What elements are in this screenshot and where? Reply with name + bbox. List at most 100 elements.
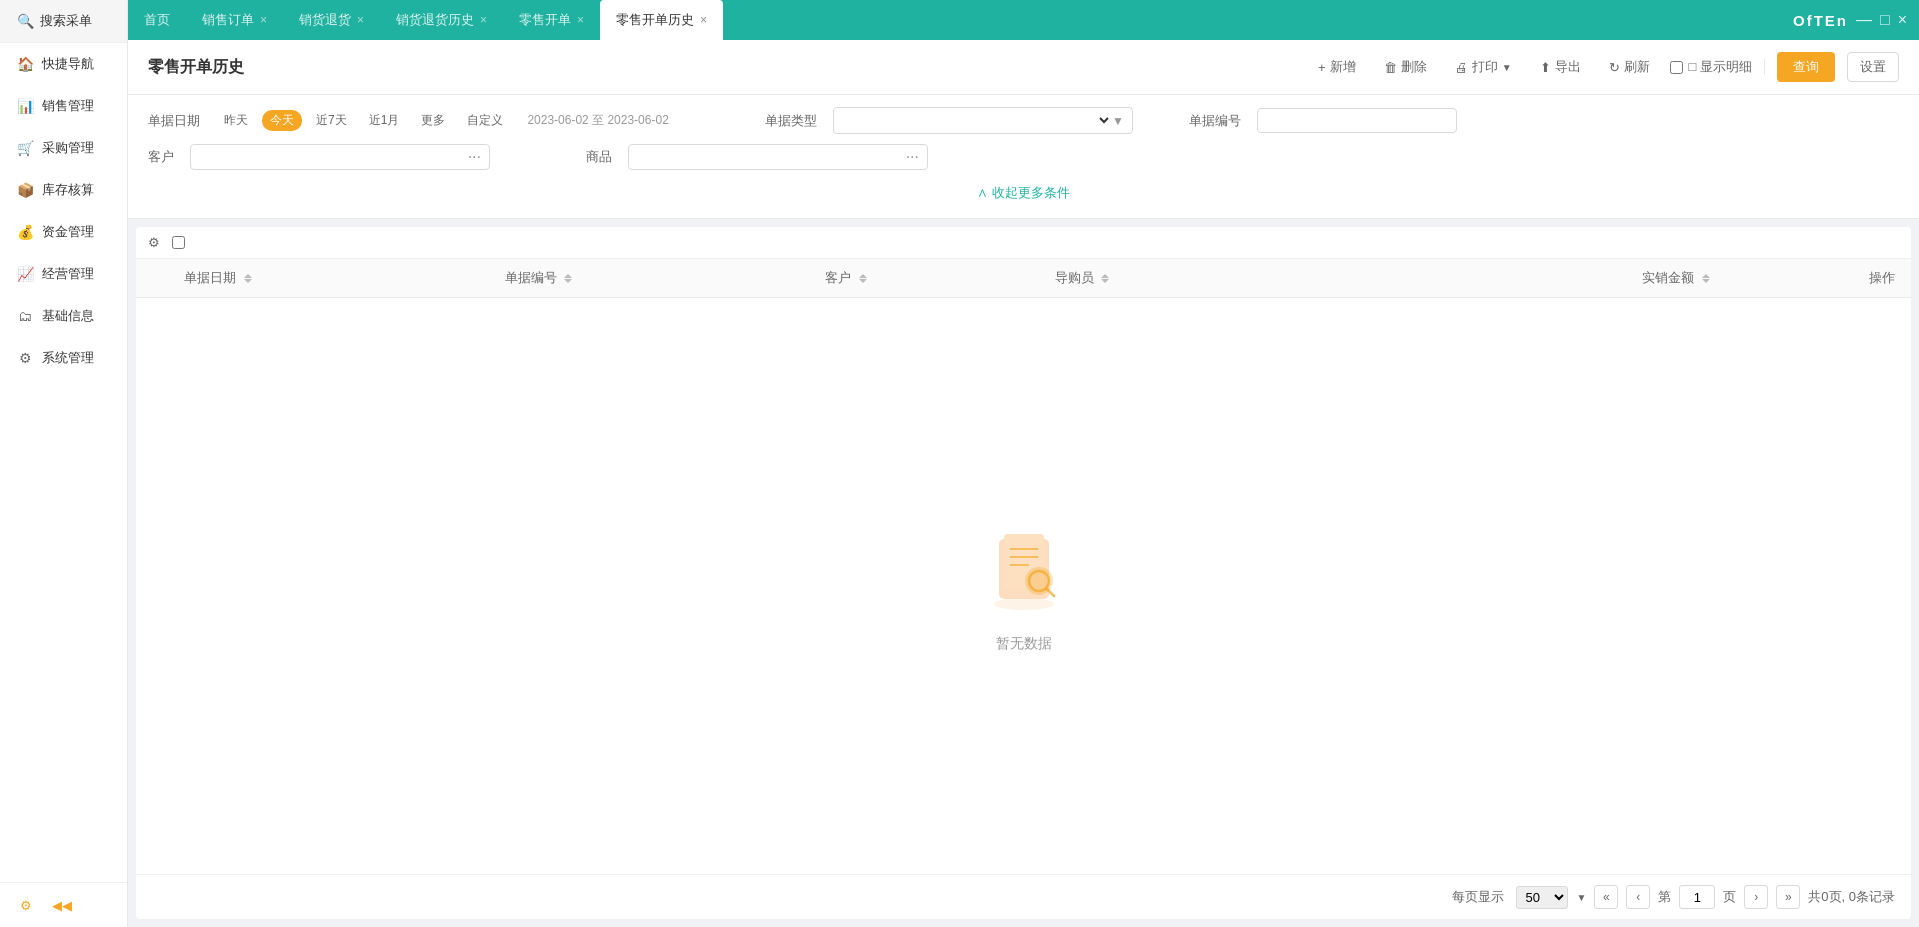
collapse-label: ∧ 收起更多条件 [977,184,1070,202]
sidebar-item-finance[interactable]: 💰 资金管理 [0,211,127,253]
sidebar-item-purchase-mgmt[interactable]: 🛒 采购管理 [0,127,127,169]
print-label: 打印 [1472,58,1498,76]
main-content: 首页 销售订单 × 销货退货 × 销货退货历史 × 零售开单 × 零售开单历史 … [128,0,1919,927]
customer-input-wrapper[interactable]: ··· [190,144,490,170]
filter-area: 单据日期 昨天 今天 近7天 近1月 更多 自定义 2023-06-02 至 2… [128,95,1919,219]
select-all-checkbox[interactable] [172,236,185,249]
more-shortcut[interactable]: 更多 [413,110,453,131]
search-icon: 🔍 [16,12,34,30]
7days-shortcut[interactable]: 近7天 [308,110,355,131]
th-customer-label: 客户 [825,270,851,285]
bill-no-input-wrapper[interactable] [1257,108,1457,133]
sales-icon: 📊 [16,97,34,115]
sidebar-item-inventory[interactable]: 📦 库存核算 [0,169,127,211]
page-number-input[interactable] [1679,885,1715,909]
refresh-button[interactable]: ↻ 刷新 [1601,54,1658,80]
prev-page-button[interactable]: ‹ [1626,885,1650,909]
sidebar-item-operations[interactable]: 📈 经营管理 [0,253,127,295]
th-actions-label: 操作 [1869,270,1895,285]
tab-retail-open-history[interactable]: 零售开单历史 × [600,0,723,40]
tab-sales-return-history[interactable]: 销货退货历史 × [380,0,503,40]
th-bill-no[interactable]: 单据编号 [493,259,814,298]
custom-shortcut[interactable]: 自定义 [459,110,511,131]
tab-sales-order[interactable]: 销售订单 × [186,0,283,40]
tab-retail-open-history-close[interactable]: × [700,13,707,27]
bill-type-select[interactable] [842,112,1112,129]
settings-button[interactable]: 设置 [1847,52,1899,82]
tab-home-label: 首页 [144,11,170,29]
th-date[interactable]: 单据日期 [172,259,493,298]
purchase-icon: 🛒 [16,139,34,157]
add-button[interactable]: + 新增 [1310,54,1364,80]
export-icon: ⬆ [1540,60,1551,75]
display-detail-toggle[interactable]: □ 显示明细 [1670,58,1752,76]
query-button[interactable]: 查询 [1777,52,1835,82]
today-shortcut[interactable]: 今天 [262,110,302,131]
toolbar: + 新增 🗑 删除 🖨 打印 ▼ ⬆ 导出 ↻ 刷新 □ 显示 [1310,52,1899,82]
per-page-select[interactable]: 50 10 20 100 [1516,886,1568,909]
tab-sales-order-close[interactable]: × [260,13,267,27]
th-bill-no-label: 单据编号 [505,270,557,285]
refresh-label: 刷新 [1624,58,1650,76]
sidebar-item-system[interactable]: ⚙ 系统管理 [0,337,127,379]
delete-button[interactable]: 🗑 删除 [1376,54,1435,80]
bill-no-input[interactable] [1266,113,1448,128]
sidebar-item-label: 资金管理 [42,223,94,241]
th-guide-label: 导购员 [1055,270,1094,285]
sidebar-item-label: 经营管理 [42,265,94,283]
sidebar-item-label: 采购管理 [42,139,94,157]
table-header-row: 单据日期 单据编号 客户 [136,259,1911,298]
first-page-button[interactable]: « [1594,885,1618,909]
tab-sales-return-close[interactable]: × [357,13,364,27]
customer-label: 客户 [148,148,174,166]
sidebar-search[interactable]: 🔍 搜索采单 [0,0,127,43]
goods-label: 商品 [586,148,612,166]
next-page-button[interactable]: › [1744,885,1768,909]
bill-type-select-wrapper[interactable]: ▼ [833,107,1133,134]
tab-home[interactable]: 首页 [128,0,186,40]
yesterday-shortcut[interactable]: 昨天 [216,110,256,131]
print-button[interactable]: 🖨 打印 ▼ [1447,54,1520,80]
tab-retail-open-close[interactable]: × [577,13,584,27]
tab-sales-return[interactable]: 销货退货 × [283,0,380,40]
th-actions: 操作 [1722,259,1911,298]
th-guide[interactable]: 导购员 [1043,259,1318,298]
pagination-total: 共0页, 0条记录 [1808,888,1895,906]
goods-ellipsis-icon[interactable]: ··· [906,149,919,165]
sidebar-item-quick-nav[interactable]: 🏠 快捷导航 [0,43,127,85]
goods-input-wrapper[interactable]: ··· [628,144,928,170]
delete-label: 删除 [1401,58,1427,76]
window-close-icon[interactable]: × [1898,11,1907,29]
sidebar-item-basic-info[interactable]: 🗂 基础信息 [0,295,127,337]
page-prefix: 第 [1658,888,1671,906]
th-guide-sort-icon [1101,274,1109,283]
th-amount[interactable]: 实销金额 [1402,259,1723,298]
sidebar-item-sales-mgmt[interactable]: 📊 销售管理 [0,85,127,127]
settings-bottom-icon[interactable]: ⚙ [16,895,36,915]
svg-point-0 [994,598,1054,610]
goods-input[interactable] [637,150,906,165]
query-label: 查询 [1793,58,1819,76]
tab-retail-open[interactable]: 零售开单 × [503,0,600,40]
th-customer[interactable]: 客户 [813,259,1043,298]
page-header: 零售开单历史 + 新增 🗑 删除 🖨 打印 ▼ ⬆ 导出 ↻ 刷新 [128,40,1919,95]
tab-sales-return-history-label: 销货退货历史 [396,11,474,29]
settings-label: 设置 [1860,58,1886,76]
table-settings-icon[interactable]: ⚙ [148,235,160,250]
window-minimize-icon[interactable]: — [1856,11,1872,29]
display-detail-checkbox[interactable] [1670,61,1683,74]
last-page-button[interactable]: » [1776,885,1800,909]
tab-sales-return-history-close[interactable]: × [480,13,487,27]
window-maximize-icon[interactable]: □ [1880,11,1890,29]
customer-ellipsis-icon[interactable]: ··· [468,149,481,165]
collapse-sidebar-icon[interactable]: ◀◀ [52,895,72,915]
refresh-icon: ↻ [1609,60,1620,75]
customer-input[interactable] [199,150,468,165]
brand-text: OfTEn [1793,12,1848,29]
collapse-button[interactable]: ∧ 收起更多条件 [965,180,1082,206]
print-icon: 🖨 [1455,60,1468,75]
operations-icon: 📈 [16,265,34,283]
export-button[interactable]: ⬆ 导出 [1532,54,1589,80]
1month-shortcut[interactable]: 近1月 [361,110,408,131]
add-label: 新增 [1330,58,1356,76]
